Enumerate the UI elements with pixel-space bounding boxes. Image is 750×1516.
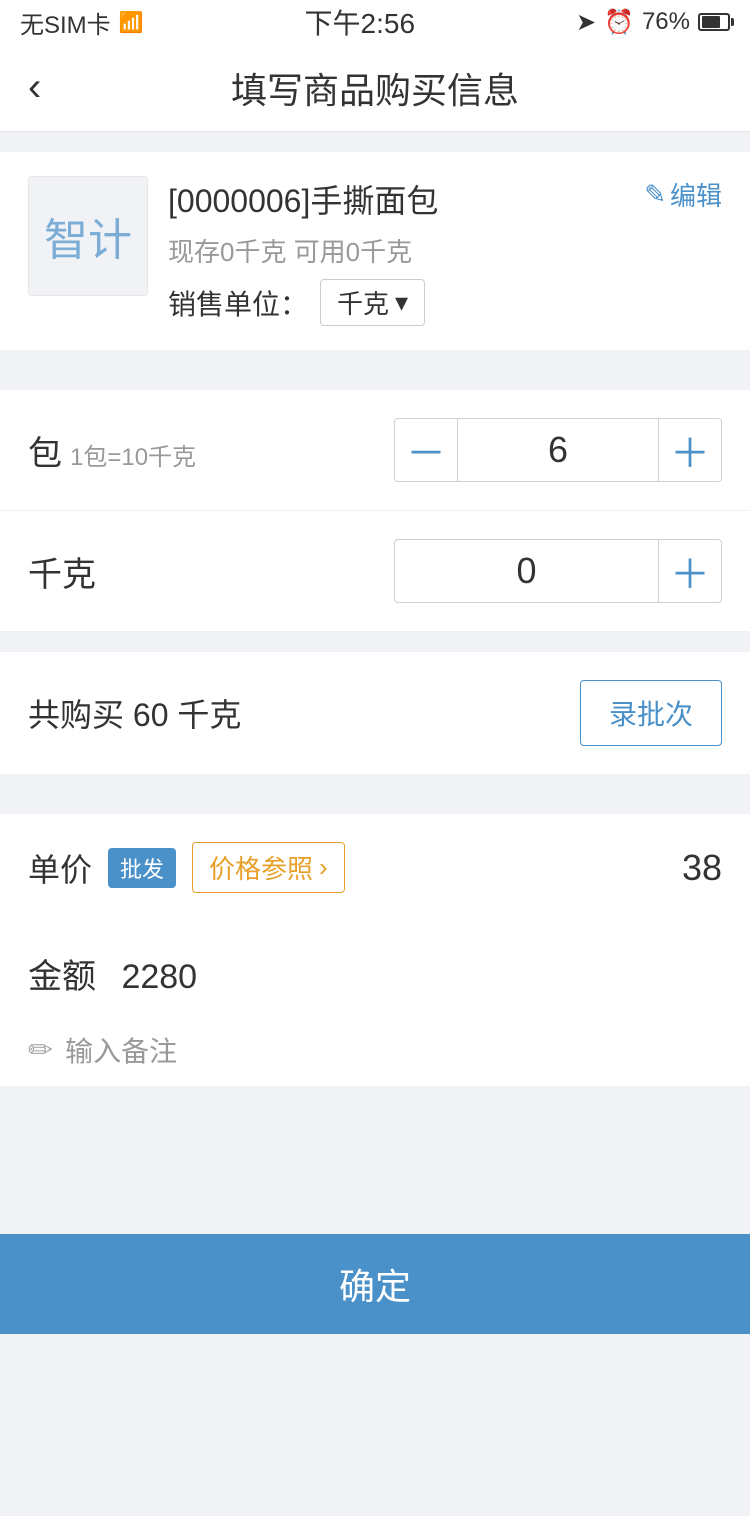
edit-icon: ✎ xyxy=(644,179,666,210)
amount-label: 金额 xyxy=(28,958,96,996)
status-right: ➤ ⏰ 76% xyxy=(576,8,730,37)
price-section: 单价 批发 价格参照 › 38 xyxy=(0,814,750,921)
battery-icon xyxy=(698,13,730,31)
amount-row: 金额 2280 xyxy=(28,949,722,998)
amount-section: 金额 2280 ✏ 输入备注 xyxy=(0,921,750,1086)
product-name: [0000006]手撕面包 xyxy=(168,176,438,222)
wifi-icon: 📶 xyxy=(119,10,144,35)
bao-sub-label: 1包=10千克 xyxy=(70,444,196,471)
bao-label: 包1包=10千克 xyxy=(28,426,208,475)
bao-minus-button[interactable]: － xyxy=(394,418,458,482)
dropdown-icon: ▾ xyxy=(395,287,408,318)
bao-controls: － ＋ xyxy=(394,418,722,482)
unit-select[interactable]: 千克 ▾ xyxy=(320,279,425,326)
back-button[interactable]: ‹ xyxy=(28,65,41,110)
quantity-section: 包1包=10千克 － ＋ 千克 ＋ xyxy=(0,390,750,632)
status-time: 下午2:56 xyxy=(305,2,416,42)
product-image: 智计 xyxy=(28,176,148,296)
record-batch-button[interactable]: 录批次 xyxy=(580,680,722,746)
bao-plus-button[interactable]: ＋ xyxy=(658,418,722,482)
product-section: 智计 [0000006]手撕面包 ✎ 编辑 现存0千克 可用0千克 销售单位： … xyxy=(0,152,750,350)
price-value: 38 xyxy=(682,847,722,889)
price-label: 单价 xyxy=(28,845,92,891)
status-bar: 无SIM卡 📶 下午2:56 ➤ ⏰ 76% xyxy=(0,0,750,44)
price-tag: 批发 xyxy=(108,848,176,888)
alarm-icon: ⏰ xyxy=(604,8,634,37)
unit-label: 销售单位： xyxy=(168,283,308,323)
note-placeholder: 输入备注 xyxy=(65,1030,177,1070)
product-stock: 现存0千克 可用0千克 xyxy=(168,232,722,269)
separator-2 xyxy=(0,774,750,794)
price-ref-button[interactable]: 价格参照 › xyxy=(192,842,345,893)
quantity-kg-row: 千克 ＋ xyxy=(0,511,750,632)
kg-label: 千克 xyxy=(28,547,208,596)
location-icon: ➤ xyxy=(576,8,596,37)
price-ref-icon: › xyxy=(319,852,328,883)
quantity-bao-row: 包1包=10千克 － ＋ xyxy=(0,390,750,511)
note-row[interactable]: ✏ 输入备注 xyxy=(28,1014,722,1086)
battery-text: 76% xyxy=(642,8,690,36)
edit-button[interactable]: ✎ 编辑 xyxy=(644,176,722,213)
product-logo: 智计 xyxy=(44,204,132,268)
summary-text: 共购买 60 千克 xyxy=(28,690,241,736)
price-row: 单价 批发 价格参照 › 38 xyxy=(28,842,722,893)
kg-controls: ＋ xyxy=(394,539,722,603)
amount-value: 2280 xyxy=(121,958,197,996)
unit-value: 千克 xyxy=(337,284,389,321)
price-ref-label: 价格参照 xyxy=(209,849,313,886)
bao-input[interactable] xyxy=(458,418,658,482)
kg-input[interactable] xyxy=(394,539,658,603)
summary-row: 共购买 60 千克 录批次 xyxy=(0,652,750,774)
kg-plus-button[interactable]: ＋ xyxy=(658,539,722,603)
separator-1 xyxy=(0,350,750,370)
note-icon: ✏ xyxy=(28,1033,53,1068)
product-unit-row: 销售单位： 千克 ▾ xyxy=(168,279,722,326)
product-top-row: [0000006]手撕面包 ✎ 编辑 xyxy=(168,176,722,232)
status-left: 无SIM卡 📶 xyxy=(20,5,144,40)
nav-bar: ‹ 填写商品购买信息 xyxy=(0,44,750,132)
carrier-text: 无SIM卡 xyxy=(20,5,111,40)
edit-label: 编辑 xyxy=(670,176,722,213)
product-info: [0000006]手撕面包 ✎ 编辑 现存0千克 可用0千克 销售单位： 千克 … xyxy=(168,176,722,326)
confirm-button[interactable]: 确定 xyxy=(0,1234,750,1334)
page-title: 填写商品购买信息 xyxy=(231,62,519,114)
